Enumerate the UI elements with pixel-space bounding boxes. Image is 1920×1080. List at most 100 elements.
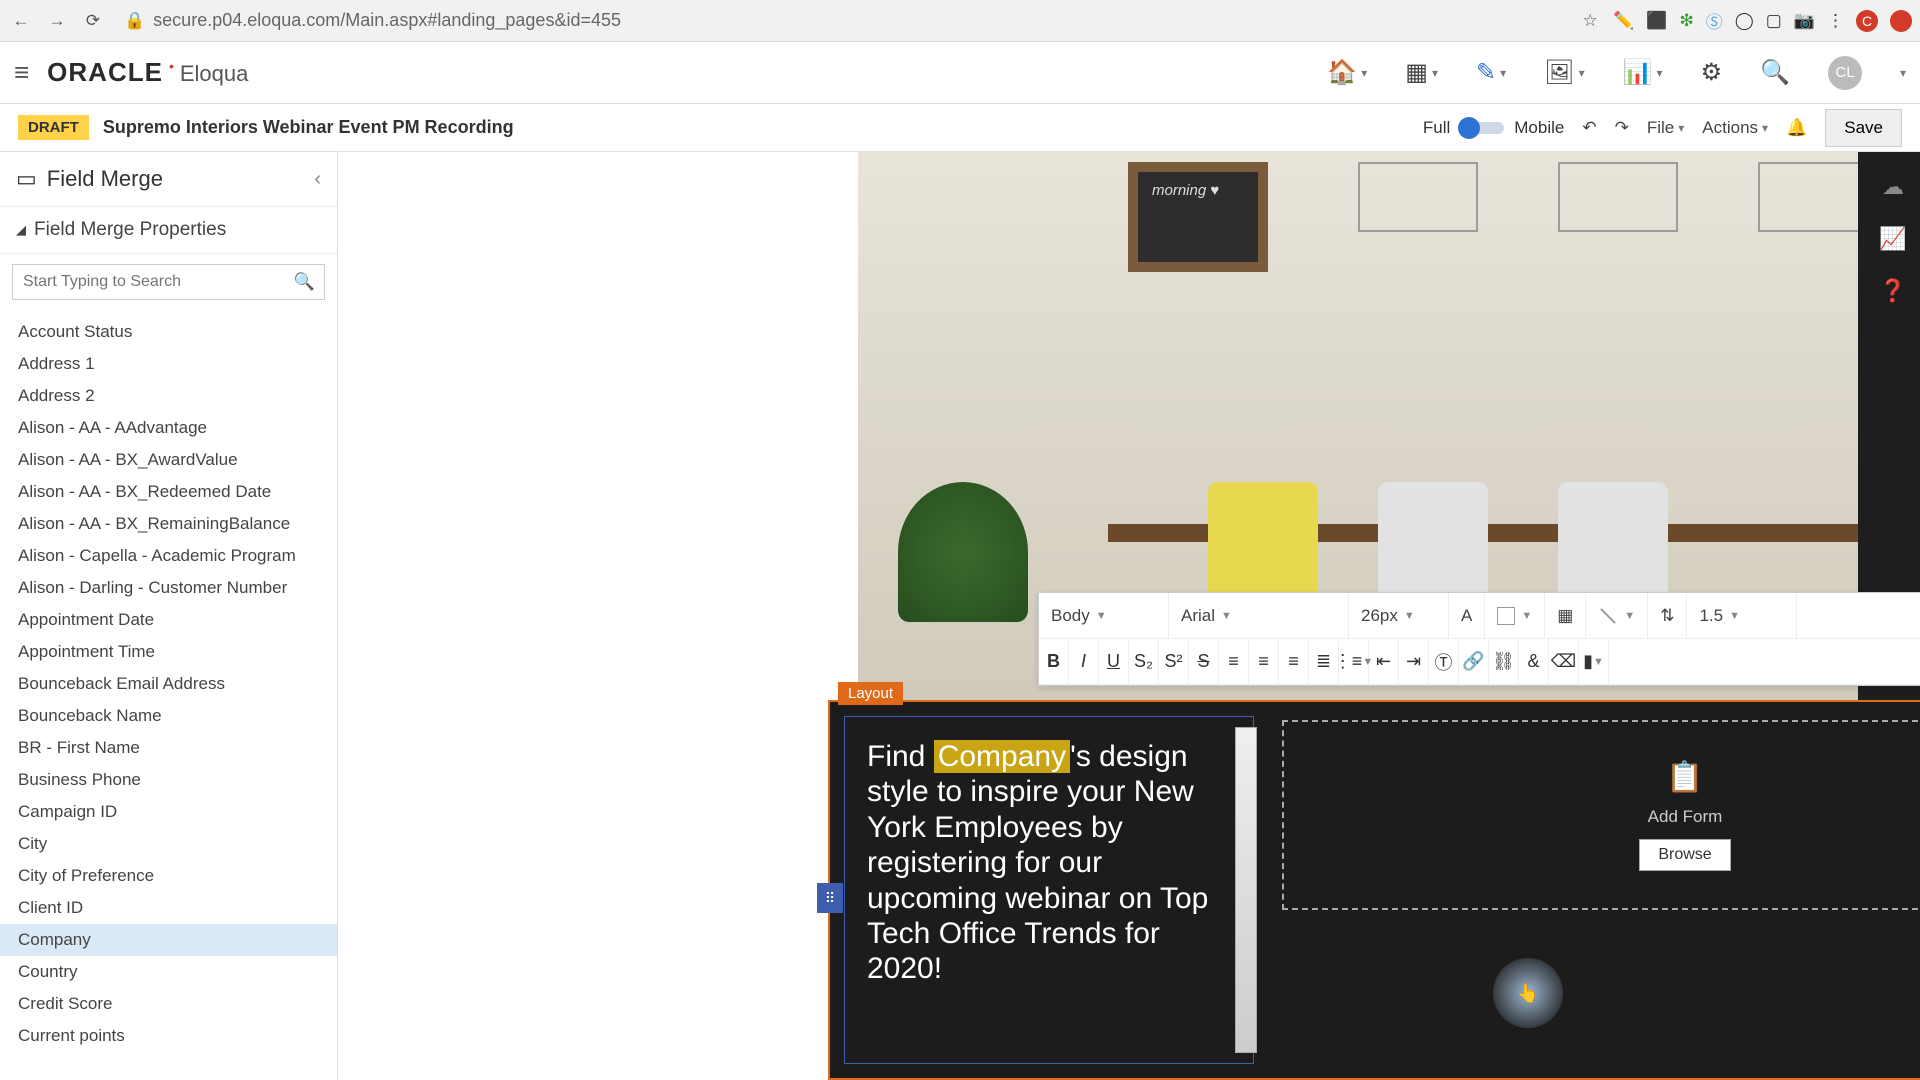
- link-icon[interactable]: 🔗: [1459, 639, 1489, 684]
- font-color-icon[interactable]: A: [1449, 593, 1485, 638]
- field-item[interactable]: Alison - AA - BX_Redeemed Date: [0, 476, 337, 508]
- style-select[interactable]: Body▼: [1039, 593, 1169, 638]
- clear-format-icon[interactable]: Ⓣ: [1429, 639, 1459, 684]
- reload-icon[interactable]: ⟳: [80, 8, 106, 34]
- nav-image-icon[interactable]: 🖼▾: [1544, 58, 1585, 87]
- ext-icon[interactable]: Ⓢ: [1706, 8, 1723, 33]
- file-menu[interactable]: File ▾: [1647, 118, 1684, 138]
- field-list[interactable]: Account StatusAddress 1Address 2Alison -…: [0, 310, 337, 1080]
- back-icon[interactable]: ←: [8, 8, 34, 34]
- address-bar[interactable]: 🔒 secure.p04.eloqua.com/Main.aspx#landin…: [116, 10, 1567, 31]
- indent-icon[interactable]: ⇥: [1399, 639, 1429, 684]
- strike-icon[interactable]: S: [1189, 639, 1219, 684]
- toggle-track[interactable]: [1460, 122, 1504, 134]
- field-item[interactable]: Alison - AA - BX_AwardValue: [0, 444, 337, 476]
- ext-icon[interactable]: ⬛: [1646, 11, 1667, 31]
- field-item[interactable]: Client ID: [0, 892, 337, 924]
- cloud-icon[interactable]: ☁: [1874, 168, 1912, 206]
- field-item[interactable]: Alison - AA - AAdvantage: [0, 412, 337, 444]
- search-icon[interactable]: 🔍: [1760, 58, 1790, 87]
- profile-dot[interactable]: C: [1856, 10, 1878, 32]
- ampersand-icon[interactable]: &: [1519, 639, 1549, 684]
- section-header[interactable]: ◢ Field Merge Properties: [0, 207, 337, 254]
- field-item[interactable]: Business Phone: [0, 764, 337, 796]
- hamburger-icon[interactable]: ≡: [14, 57, 29, 88]
- layout-block[interactable]: ⠿ Find Company's design style to inspire…: [828, 700, 1920, 1080]
- toggle-label-mobile: Mobile: [1514, 118, 1564, 138]
- align-center-icon[interactable]: ≡: [1249, 639, 1279, 684]
- field-item[interactable]: City of Preference: [0, 860, 337, 892]
- heading-text[interactable]: Find Company's design style to inspire y…: [867, 739, 1231, 987]
- star-icon[interactable]: ☆: [1577, 8, 1603, 34]
- ext-icon[interactable]: ◯: [1735, 11, 1754, 31]
- superscript-icon[interactable]: S²: [1159, 639, 1189, 684]
- form-dropzone[interactable]: 📋 Add Form Browse: [1282, 720, 1920, 910]
- field-item[interactable]: Appointment Time: [0, 636, 337, 668]
- lineheight-icon[interactable]: ⇅: [1648, 593, 1687, 638]
- avatar[interactable]: CL: [1828, 56, 1862, 90]
- avatar-caret-icon[interactable]: ▾: [1900, 66, 1906, 80]
- field-item[interactable]: Appointment Date: [0, 604, 337, 636]
- forward-icon[interactable]: →: [44, 8, 70, 34]
- table-icon[interactable]: ▦: [1545, 593, 1586, 638]
- redo-icon[interactable]: ↷: [1615, 118, 1629, 138]
- align-left-icon[interactable]: ≡: [1219, 639, 1249, 684]
- size-select[interactable]: 26px▼: [1349, 593, 1449, 638]
- text-block[interactable]: ⠿ Find Company's design style to inspire…: [844, 716, 1254, 1064]
- ext-icon[interactable]: ✏️: [1613, 11, 1634, 31]
- browse-button[interactable]: Browse: [1639, 839, 1730, 871]
- ext-icon[interactable]: [1890, 10, 1912, 32]
- bell-icon[interactable]: 🔔: [1786, 118, 1807, 138]
- search-icon[interactable]: 🔍: [294, 272, 315, 292]
- ext-icon[interactable]: ❇: [1679, 11, 1693, 31]
- collapse-icon[interactable]: ‹: [314, 168, 321, 191]
- field-item[interactable]: Alison - Darling - Customer Number: [0, 572, 337, 604]
- bullet-list-icon[interactable]: ⋮≡▼: [1339, 639, 1369, 684]
- unlink-icon[interactable]: ⛓: [1489, 639, 1519, 684]
- field-item[interactable]: Bounceback Name: [0, 700, 337, 732]
- field-item[interactable]: Credit Score: [0, 988, 337, 1020]
- field-item[interactable]: BR - First Name: [0, 732, 337, 764]
- actions-menu[interactable]: Actions ▾: [1702, 118, 1768, 138]
- ext-icon[interactable]: 📷: [1794, 11, 1815, 31]
- ext-menu-icon[interactable]: ⋮: [1827, 11, 1844, 31]
- field-item[interactable]: Address 2: [0, 380, 337, 412]
- nav-home-icon[interactable]: 🏠▾: [1327, 58, 1367, 87]
- italic-icon[interactable]: I: [1069, 639, 1099, 684]
- viewport-toggle[interactable]: Full Mobile: [1423, 118, 1565, 138]
- ext-icon[interactable]: ▢: [1766, 11, 1782, 31]
- field-item[interactable]: Campaign ID: [0, 796, 337, 828]
- align-right-icon[interactable]: ≡: [1279, 639, 1309, 684]
- field-item[interactable]: City: [0, 828, 337, 860]
- field-item[interactable]: Account Status: [0, 316, 337, 348]
- underline-icon[interactable]: U: [1099, 639, 1129, 684]
- field-item[interactable]: Alison - AA - BX_RemainingBalance: [0, 508, 337, 540]
- search-input[interactable]: [12, 264, 325, 300]
- drag-handle-icon[interactable]: ⠿: [817, 883, 843, 913]
- help-icon[interactable]: ❓: [1874, 272, 1912, 310]
- more-icon[interactable]: ▮▼: [1579, 639, 1609, 684]
- border-select[interactable]: ▼: [1586, 593, 1648, 638]
- field-item[interactable]: Company: [0, 924, 337, 956]
- nav-edit-icon[interactable]: ✎▾: [1476, 58, 1506, 87]
- outdent-icon[interactable]: ⇤: [1369, 639, 1399, 684]
- nav-grid-icon[interactable]: ▦▾: [1405, 58, 1438, 87]
- chart-icon[interactable]: 📈: [1874, 220, 1912, 258]
- field-item[interactable]: Alison - Capella - Academic Program: [0, 540, 337, 572]
- field-item[interactable]: Bounceback Email Address: [0, 668, 337, 700]
- subscript-icon[interactable]: S₂: [1129, 639, 1159, 684]
- settings-icon[interactable]: ⚙: [1701, 58, 1723, 87]
- nav-chart-icon[interactable]: 📊▾: [1623, 58, 1663, 87]
- undo-icon[interactable]: ↶: [1582, 118, 1596, 138]
- field-merge-token[interactable]: Company: [934, 740, 1070, 773]
- field-item[interactable]: Country: [0, 956, 337, 988]
- field-item[interactable]: Current points: [0, 1020, 337, 1052]
- clear-icon[interactable]: ⌫: [1549, 639, 1579, 684]
- bold-icon[interactable]: B: [1039, 639, 1069, 684]
- field-item[interactable]: Address 1: [0, 348, 337, 380]
- font-select[interactable]: Arial▼: [1169, 593, 1349, 638]
- save-button[interactable]: Save: [1825, 109, 1902, 147]
- fill-color-select[interactable]: ▼: [1485, 593, 1545, 638]
- form-icon: 📋: [1666, 760, 1703, 795]
- lineheight-select[interactable]: 1.5▼: [1687, 593, 1797, 638]
